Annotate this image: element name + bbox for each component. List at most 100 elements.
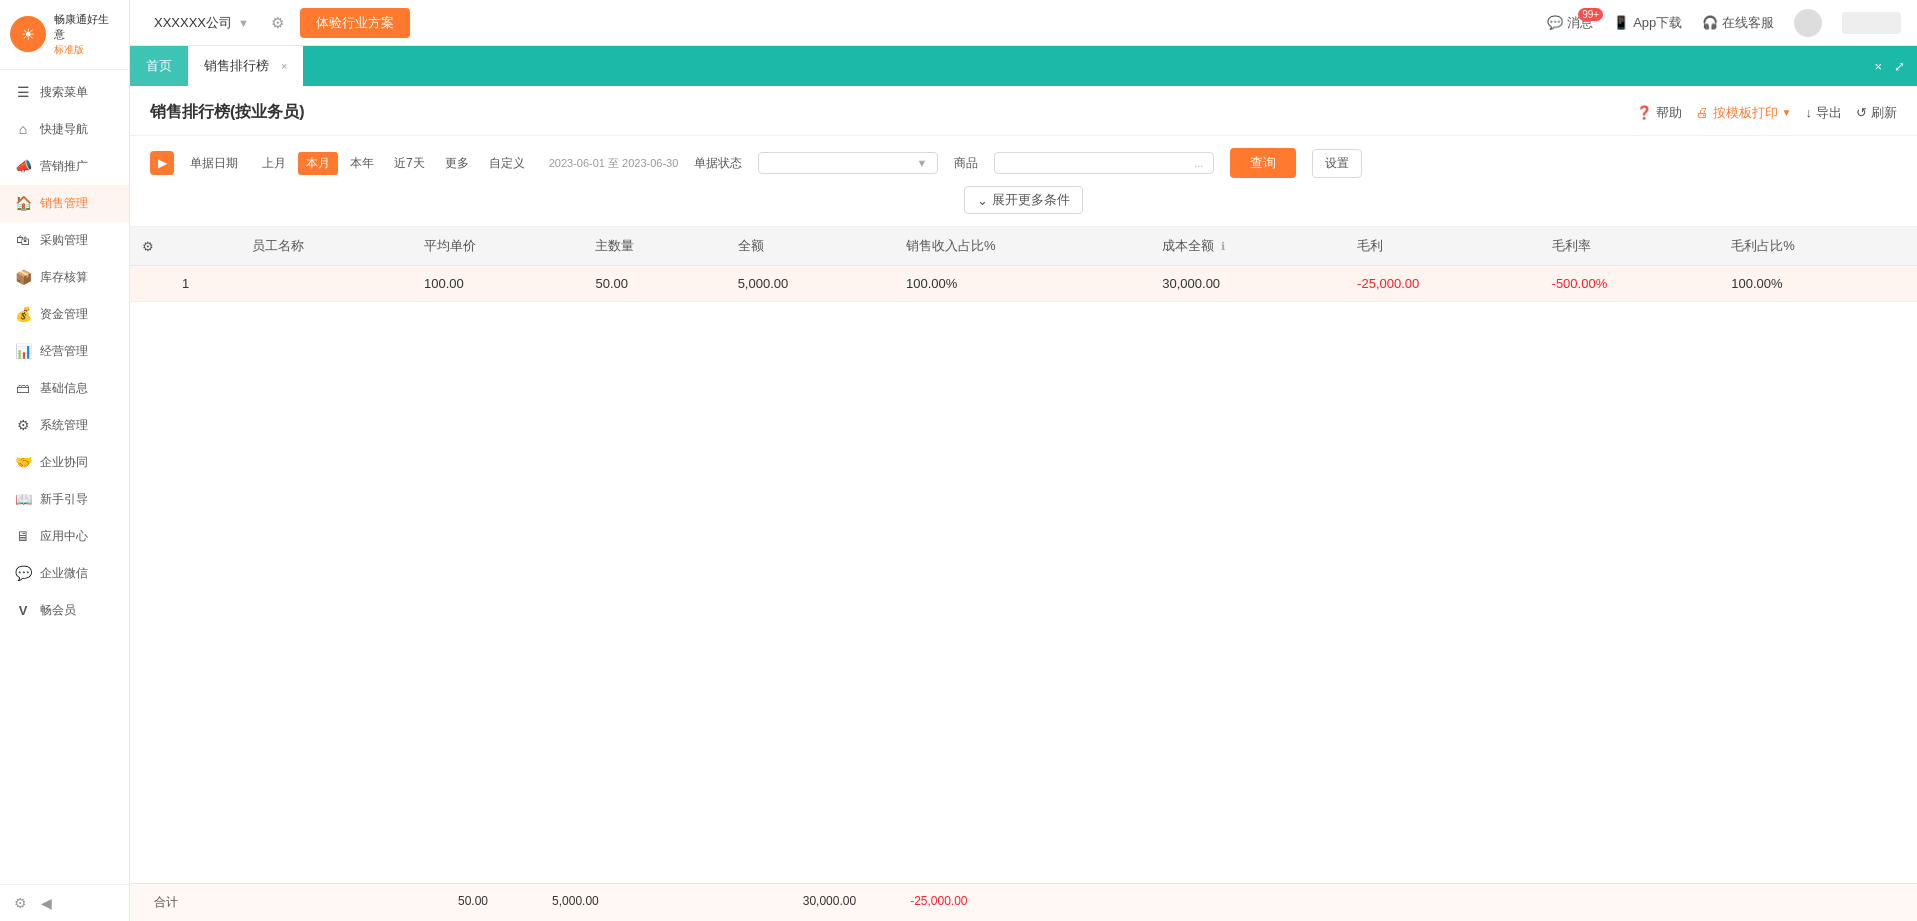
product-input[interactable]: ...	[994, 152, 1214, 174]
th-quantity: 主数量	[583, 227, 725, 266]
online-service-button[interactable]: 🎧 在线客服	[1702, 14, 1774, 32]
date-tab-more[interactable]: 更多	[437, 152, 477, 175]
footer-quantity: 50.00	[446, 894, 500, 911]
query-button[interactable]: 查询	[1230, 148, 1296, 178]
sales-icon: 🏠	[14, 195, 32, 211]
row-gross-profit: -25,000.00	[1345, 266, 1539, 302]
nav-label-basic-info: 基础信息	[40, 380, 88, 397]
sidebar-item-marketing[interactable]: 📣 营销推广	[0, 148, 129, 185]
sidebar-item-sales[interactable]: 🏠 销售管理	[0, 185, 129, 222]
topbar-settings-icon[interactable]: ⚙	[271, 14, 284, 32]
content-area: 销售排行榜(按业务员) ❓ 帮助 🖨 按模板打印 ▼ ↓ 导出 ↺ 刷新	[130, 86, 1917, 921]
collapse-icon[interactable]: ◀	[41, 895, 52, 911]
tabbar-right: × ⤢	[1874, 46, 1917, 86]
expand-conditions-button[interactable]: ⌄ 展开更多条件	[964, 186, 1083, 214]
user-avatar[interactable]	[1794, 9, 1822, 37]
sidebar-item-basic-info[interactable]: 🗃 基础信息	[0, 370, 129, 407]
sidebar-item-guide[interactable]: 📖 新手引导	[0, 481, 129, 518]
search-menu-icon: ☰	[14, 84, 32, 100]
username	[1842, 12, 1901, 34]
member-icon: V	[14, 603, 32, 618]
trial-button[interactable]: 体验行业方案	[300, 8, 410, 38]
date-tab-current-year[interactable]: 本年	[342, 152, 382, 175]
tab-sales-ranking[interactable]: 销售排行榜 ×	[188, 46, 303, 86]
settings-small-button[interactable]: 设置	[1312, 149, 1362, 178]
refresh-icon: ↺	[1856, 105, 1867, 120]
sidebar-item-member[interactable]: V 畅会员	[0, 592, 129, 629]
sidebar-item-search-menu[interactable]: ☰ 搜索菜单	[0, 74, 129, 111]
purchase-icon: 🛍	[14, 232, 32, 248]
help-button[interactable]: ❓ 帮助	[1636, 104, 1682, 122]
page-header: 销售排行榜(按业务员) ❓ 帮助 🖨 按模板打印 ▼ ↓ 导出 ↺ 刷新	[130, 86, 1917, 136]
sidebar-item-apps[interactable]: 🖥 应用中心	[0, 518, 129, 555]
nav-label-search-menu: 搜索菜单	[40, 84, 88, 101]
inventory-icon: 📦	[14, 269, 32, 285]
export-icon: ↓	[1806, 105, 1813, 120]
date-tab-prev-month[interactable]: 上月	[254, 152, 294, 175]
tabbar: 首页 销售排行榜 × × ⤢	[130, 46, 1917, 86]
message-button[interactable]: 💬 消息 99+	[1547, 14, 1593, 32]
expand-chevron-icon: ⌄	[977, 193, 988, 208]
status-filter-label: 单据状态	[694, 155, 742, 172]
date-tab-custom[interactable]: 自定义	[481, 152, 533, 175]
sidebar-item-finance[interactable]: 💰 资金管理	[0, 296, 129, 333]
row-gross-margin: -500.00%	[1540, 266, 1720, 302]
print-label: 按模板打印	[1713, 104, 1778, 122]
nav-label-purchase: 采购管理	[40, 232, 88, 249]
date-tabs: 上月 本月 本年 近7天 更多 自定义	[254, 152, 533, 175]
app-download-button[interactable]: 📱 App下载	[1613, 14, 1682, 32]
company-selector[interactable]: XXXXXX公司 ▼	[146, 10, 257, 36]
expand-label: 展开更多条件	[992, 191, 1070, 209]
export-button[interactable]: ↓ 导出	[1806, 104, 1843, 122]
sidebar-logo: ☀ 畅康通好生意 标准版	[0, 0, 129, 70]
window-close-icon[interactable]: ×	[1874, 59, 1882, 74]
sidebar-item-cooperation[interactable]: 🤝 企业协同	[0, 444, 129, 481]
status-chevron-icon: ▼	[916, 157, 927, 169]
cooperation-icon: 🤝	[14, 454, 32, 470]
settings-bottom-icon[interactable]: ⚙	[14, 895, 27, 911]
table-header: ⚙ 员工名称 平均单价 主数量 全额	[130, 227, 1917, 266]
nav-label-inventory: 库存核算	[40, 269, 88, 286]
date-tab-current-month[interactable]: 本月	[298, 152, 338, 175]
sidebar-item-system[interactable]: ⚙ 系统管理	[0, 407, 129, 444]
row-employee-name	[240, 266, 412, 302]
sidebar-item-inventory[interactable]: 📦 库存核算	[0, 259, 129, 296]
apps-icon: 🖥	[14, 528, 32, 544]
filter-toggle[interactable]: ▶	[150, 151, 174, 175]
nav-label-wechat: 企业微信	[40, 565, 88, 582]
footer-cost: 30,000.00	[791, 894, 868, 911]
quick-nav-icon: ⌂	[14, 121, 32, 137]
nav-label-apps: 应用中心	[40, 528, 88, 545]
company-name: XXXXXX公司	[154, 14, 232, 32]
date-tab-7days[interactable]: 近7天	[386, 152, 433, 175]
nav-label-marketing: 营销推广	[40, 158, 88, 175]
headset-icon: 🎧	[1702, 15, 1718, 30]
window-expand-icon[interactable]: ⤢	[1894, 59, 1905, 74]
th-revenue-pct: 销售收入占比%	[894, 227, 1150, 266]
tab-close-icon[interactable]: ×	[281, 60, 287, 72]
company-chevron-icon: ▼	[238, 17, 249, 29]
sidebar-item-purchase[interactable]: 🛍 采购管理	[0, 222, 129, 259]
refresh-button[interactable]: ↺ 刷新	[1856, 104, 1897, 122]
sidebar-item-wechat[interactable]: 💬 企业微信	[0, 555, 129, 592]
footer-gross-profit: -25,000.00	[898, 894, 979, 911]
th-rank	[170, 227, 240, 266]
date-filter-label: 单据日期	[190, 155, 238, 172]
sidebar-item-operations[interactable]: 📊 经营管理	[0, 333, 129, 370]
row-cost: 30,000.00	[1150, 266, 1345, 302]
col-settings-header[interactable]: ⚙	[130, 227, 170, 266]
sidebar-item-quick-nav[interactable]: ⌂ 快捷导航	[0, 111, 129, 148]
row-quantity: 50.00	[583, 266, 725, 302]
filter-expand: ⌄ 展开更多条件	[150, 186, 1897, 214]
th-employee-name: 员工名称	[240, 227, 412, 266]
print-button[interactable]: 🖨 按模板打印 ▼	[1696, 104, 1792, 122]
wechat-icon: 💬	[14, 565, 32, 581]
nav-label-system: 系统管理	[40, 417, 88, 434]
header-actions: ❓ 帮助 🖨 按模板打印 ▼ ↓ 导出 ↺ 刷新	[1636, 104, 1897, 122]
sidebar-nav: ☰ 搜索菜单 ⌂ 快捷导航 📣 营销推广 🏠 销售管理 🛍 采购管理 📦 库存核…	[0, 70, 129, 884]
home-tab-label: 首页	[146, 57, 172, 75]
tab-home[interactable]: 首页	[130, 46, 188, 86]
status-select[interactable]: ▼	[758, 152, 938, 174]
operations-icon: 📊	[14, 343, 32, 359]
filter-area: ▶ 单据日期 上月 本月 本年 近7天 更多 自定义 2023-06-01 至 …	[130, 136, 1917, 227]
